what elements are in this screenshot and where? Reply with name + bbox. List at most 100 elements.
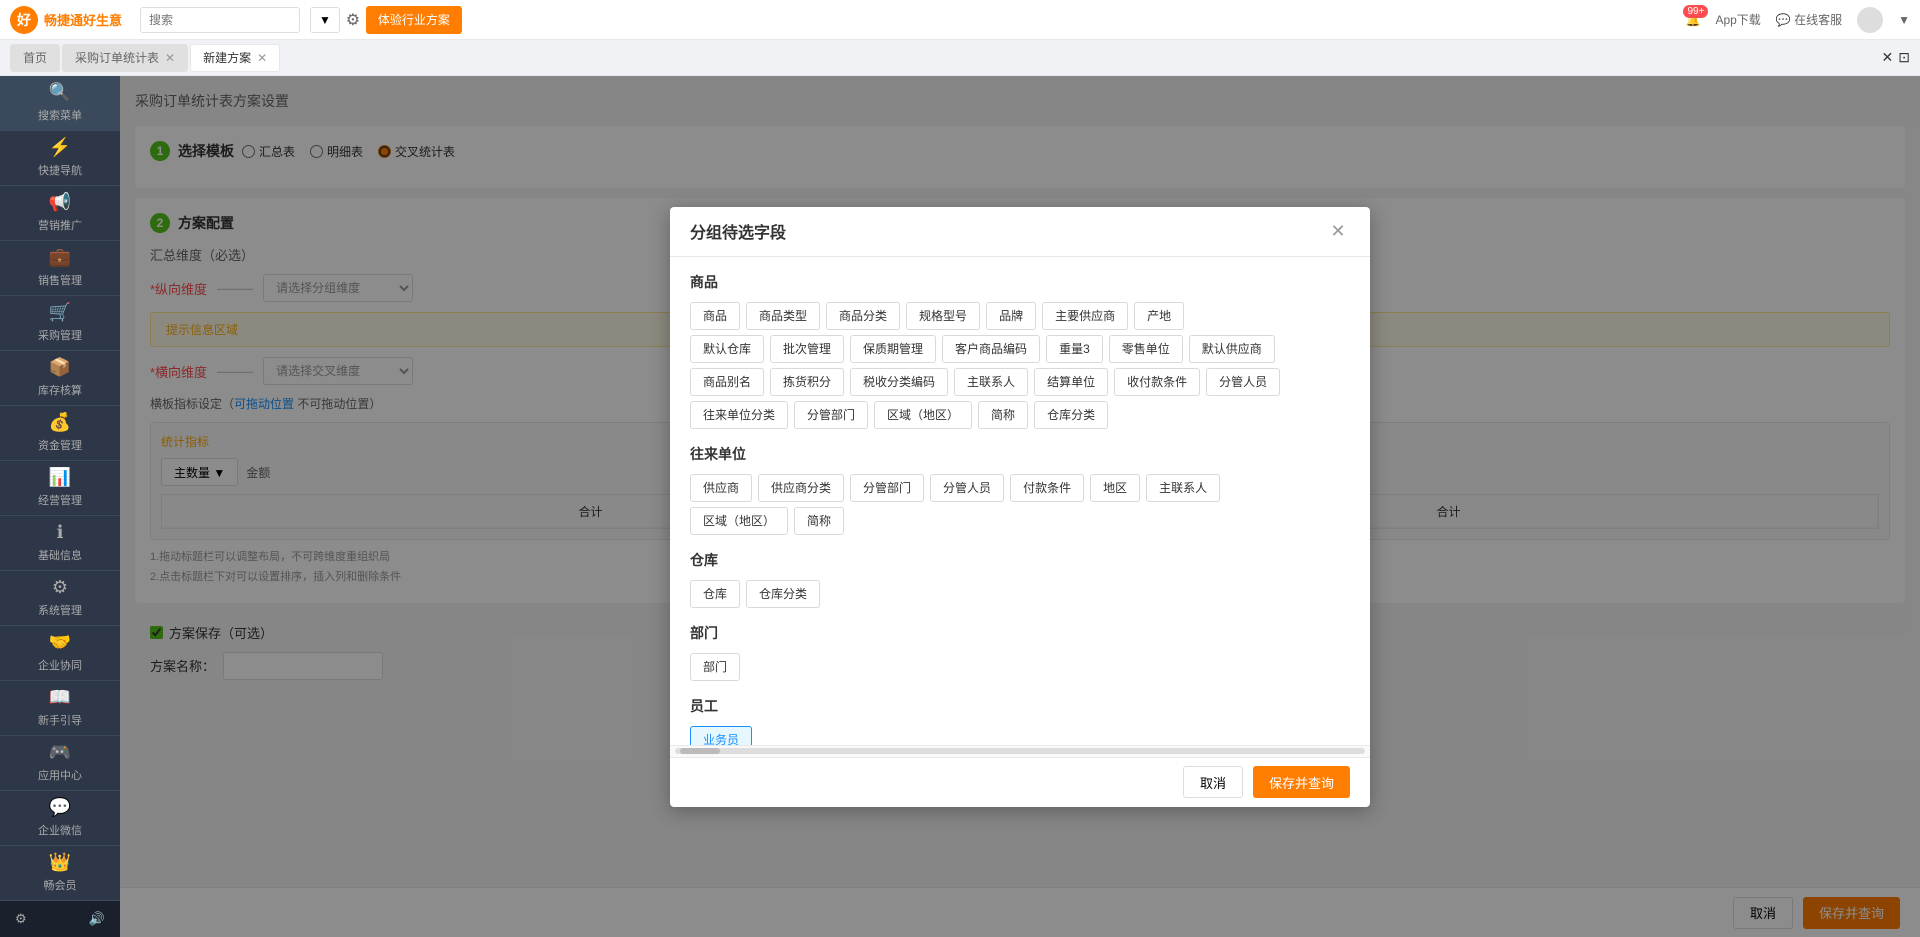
field-tags-product4: 往来单位分类 分管部门 区域（地区） 简称 仓库分类 <box>690 401 1350 429</box>
modal-title: 分组待选字段 <box>690 219 786 243</box>
field-tag[interactable]: 主联系人 <box>1146 474 1220 502</box>
sidebar-item-member-label: 畅会员 <box>44 877 77 893</box>
field-tag[interactable]: 简称 <box>978 401 1028 429</box>
sidebar-item-basics[interactable]: ℹ 基础信息 <box>0 516 120 571</box>
field-tag[interactable]: 商品别名 <box>690 368 764 396</box>
field-tag[interactable]: 付款条件 <box>1010 474 1084 502</box>
modal: 分组待选字段 ✕ 商品 商品 商品类型 商品分类 规格型号 品牌 主要供应商 产… <box>670 207 1370 807</box>
user-menu[interactable]: ▼ <box>1898 13 1910 27</box>
sidebar-footer-volume-icon[interactable]: 🔊 <box>89 911 105 927</box>
field-tag[interactable]: 税收分类编码 <box>850 368 948 396</box>
field-tag[interactable]: 主要供应商 <box>1042 302 1128 330</box>
field-tag[interactable]: 主联系人 <box>954 368 1028 396</box>
online-service[interactable]: 💬 在线客服 <box>1776 11 1842 28</box>
sidebar-footer: ⚙ 🔊 <box>0 901 120 937</box>
field-tag[interactable]: 分管部门 <box>794 401 868 429</box>
tab-purchase-stats[interactable]: 采购订单统计表 ✕ <box>62 44 188 72</box>
field-tag[interactable]: 往来单位分类 <box>690 401 788 429</box>
sidebar-item-sales[interactable]: 💼 销售管理 <box>0 241 120 296</box>
search-menu-icon: 🔍 <box>49 82 71 103</box>
top-right: 🔔 99+ App下载 💬 在线客服 ▼ <box>1686 7 1911 33</box>
field-tag[interactable]: 重量3 <box>1046 335 1103 363</box>
tab-home-label: 首页 <box>23 49 47 66</box>
field-tag[interactable]: 商品 <box>690 302 740 330</box>
hscroll-bar <box>675 748 1365 754</box>
field-tag[interactable]: 供应商分类 <box>758 474 844 502</box>
field-tag[interactable]: 产地 <box>1134 302 1184 330</box>
tab-purchase-stats-close[interactable]: ✕ <box>165 51 175 65</box>
system-icon: ⚙ <box>52 577 68 598</box>
app-download[interactable]: App下载 <box>1715 11 1760 28</box>
field-tag[interactable]: 批次管理 <box>770 335 844 363</box>
field-tag[interactable]: 默认供应商 <box>1189 335 1275 363</box>
sidebar-item-purchase[interactable]: 🛒 采购管理 <box>0 296 120 351</box>
sidebar-item-marketing[interactable]: 📢 营销推广 <box>0 186 120 241</box>
notification-area[interactable]: 🔔 99+ <box>1686 13 1701 27</box>
field-tag[interactable]: 拣货积分 <box>770 368 844 396</box>
sidebar-footer-settings-icon[interactable]: ⚙ <box>15 911 27 927</box>
field-tag[interactable]: 地区 <box>1090 474 1140 502</box>
field-tags-employee: 业务员 <box>690 726 1350 745</box>
modal-hscroll[interactable] <box>670 745 1370 757</box>
section-title-employee: 员工 <box>690 696 1350 716</box>
field-tag-selected[interactable]: 业务员 <box>690 726 752 745</box>
sidebar-item-apps[interactable]: 🎮 应用中心 <box>0 736 120 791</box>
field-tag[interactable]: 默认仓库 <box>690 335 764 363</box>
field-tag[interactable]: 收付款条件 <box>1114 368 1200 396</box>
field-tag[interactable]: 零售单位 <box>1109 335 1183 363</box>
sidebar-item-search[interactable]: 🔍 搜索菜单 <box>0 76 120 131</box>
tab-new-plan[interactable]: 新建方案 ✕ <box>190 44 280 72</box>
field-tag[interactable]: 仓库 <box>690 580 740 608</box>
sidebar-item-collab[interactable]: 🤝 企业协同 <box>0 626 120 681</box>
field-tag[interactable]: 品牌 <box>986 302 1036 330</box>
modal-save-button[interactable]: 保存并查询 <box>1253 766 1350 798</box>
field-tag[interactable]: 规格型号 <box>906 302 980 330</box>
field-tag[interactable]: 保质期管理 <box>850 335 936 363</box>
hscroll-thumb[interactable] <box>680 748 720 754</box>
field-tag[interactable]: 分管部门 <box>850 474 924 502</box>
section-title-warehouse: 仓库 <box>690 550 1350 570</box>
purchase-icon: 🛒 <box>49 302 71 323</box>
modal-body[interactable]: 商品 商品 商品类型 商品分类 规格型号 品牌 主要供应商 产地 默认仓库 批次… <box>670 257 1370 745</box>
tab-home[interactable]: 首页 <box>10 44 60 72</box>
sidebar-item-guide[interactable]: 📖 新手引导 <box>0 681 120 736</box>
notification-badge: 99+ <box>1683 5 1708 18</box>
field-tag[interactable]: 供应商 <box>690 474 752 502</box>
field-tag[interactable]: 区域（地区） <box>690 507 788 535</box>
field-tag[interactable]: 商品分类 <box>826 302 900 330</box>
wechat-icon: 💬 <box>49 797 71 818</box>
modal-close-button[interactable]: ✕ <box>1326 219 1350 243</box>
sidebar-item-member[interactable]: 👑 畅会员 <box>0 846 120 901</box>
field-tag[interactable]: 部门 <box>690 653 740 681</box>
section-title-product: 商品 <box>690 272 1350 292</box>
sidebar-item-finance[interactable]: 💰 资金管理 <box>0 406 120 461</box>
field-tag[interactable]: 分管人员 <box>930 474 1004 502</box>
search-input[interactable] <box>140 7 300 33</box>
field-tags-product3: 商品别名 拣货积分 税收分类编码 主联系人 结算单位 收付款条件 分管人员 <box>690 368 1350 396</box>
sidebar-item-wechat[interactable]: 💬 企业微信 <box>0 791 120 846</box>
field-tag[interactable]: 客户商品编码 <box>942 335 1040 363</box>
field-tag[interactable]: 区域（地区） <box>874 401 972 429</box>
field-tag[interactable]: 仓库分类 <box>746 580 820 608</box>
sales-icon: 💼 <box>49 247 71 268</box>
field-tag[interactable]: 商品类型 <box>746 302 820 330</box>
field-tag[interactable]: 结算单位 <box>1034 368 1108 396</box>
sidebar-item-marketing-label: 营销推广 <box>38 217 82 233</box>
maximize-icon[interactable]: ⊡ <box>1898 49 1910 66</box>
modal-overlay: 分组待选字段 ✕ 商品 商品 商品类型 商品分类 规格型号 品牌 主要供应商 产… <box>120 76 1920 937</box>
sidebar-item-inventory[interactable]: 📦 库存核算 <box>0 351 120 406</box>
field-tag[interactable]: 简称 <box>794 507 844 535</box>
experience-btn[interactable]: 体验行业方案 <box>366 6 462 34</box>
sidebar-item-system[interactable]: ⚙ 系统管理 <box>0 571 120 626</box>
sidebar-item-quicknav[interactable]: ⚡ 快捷导航 <box>0 131 120 186</box>
field-tag[interactable]: 仓库分类 <box>1034 401 1108 429</box>
modal-cancel-button[interactable]: 取消 <box>1183 766 1243 798</box>
field-tag[interactable]: 分管人员 <box>1206 368 1280 396</box>
user-avatar[interactable] <box>1857 7 1883 33</box>
settings-icon[interactable]: ⚙ <box>340 7 366 33</box>
dropdown-button[interactable]: ▼ <box>310 7 340 33</box>
sidebar-item-operations[interactable]: 📊 经营管理 <box>0 461 120 516</box>
modal-footer: 取消 保存并查询 <box>670 757 1370 807</box>
tab-new-plan-close[interactable]: ✕ <box>257 51 267 65</box>
minimize-icon[interactable]: ✕ <box>1882 49 1894 66</box>
